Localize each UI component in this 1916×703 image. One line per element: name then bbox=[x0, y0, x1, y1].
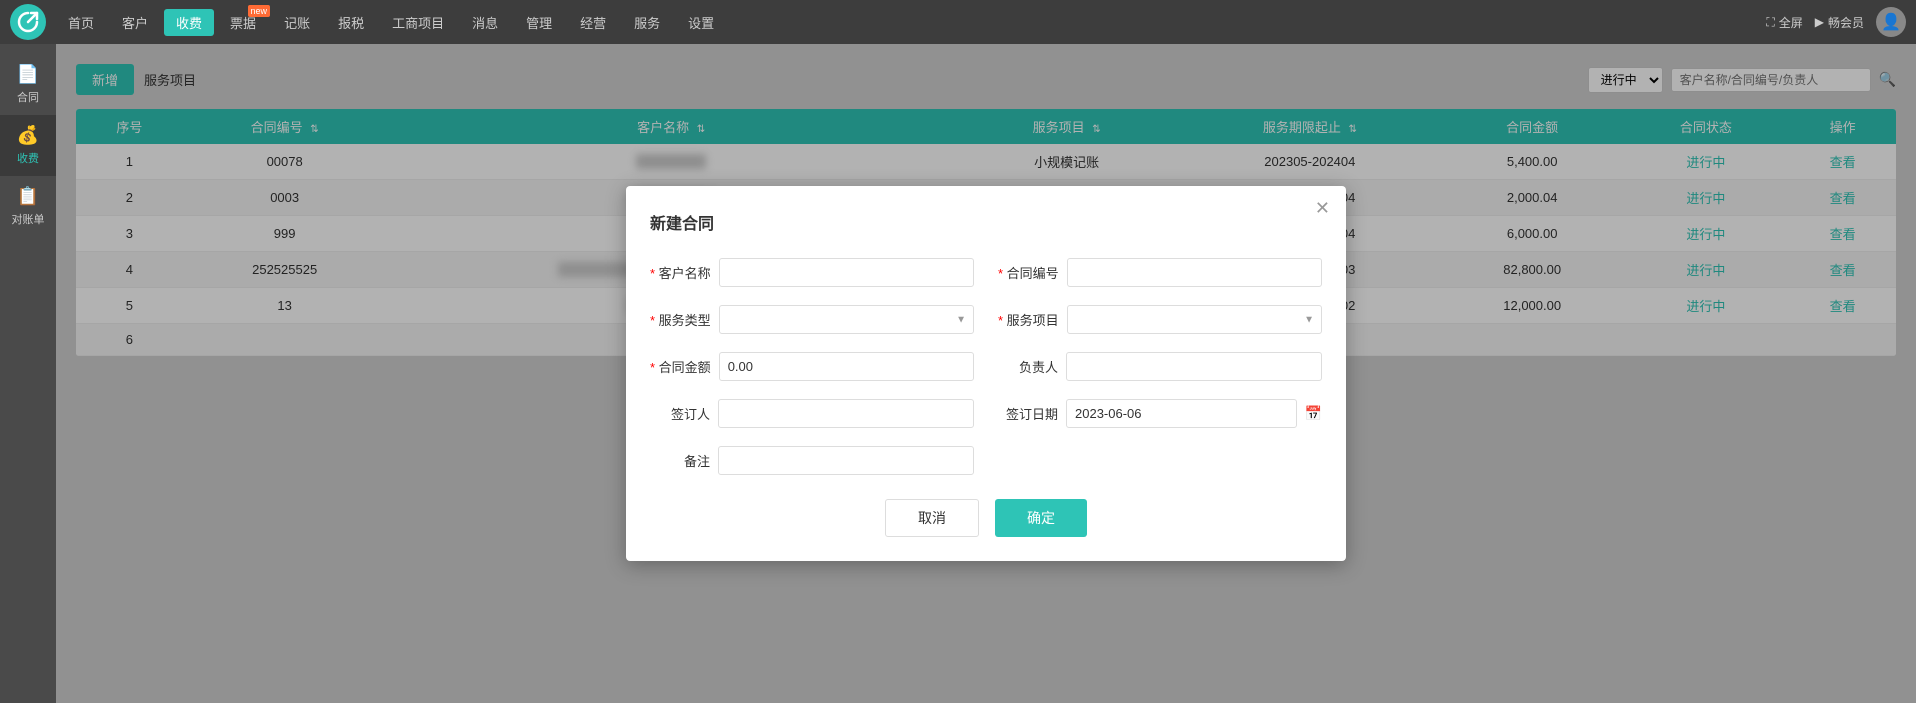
nav-item-home[interactable]: 首页 bbox=[56, 9, 106, 36]
responsible-label: 负责人 bbox=[998, 357, 1058, 376]
form-group-service-type: 服务类型 bbox=[650, 305, 974, 334]
member-button[interactable]: ▶ 畅会员 bbox=[1815, 14, 1864, 31]
fee-icon: 💰 bbox=[17, 125, 39, 146]
contract-no-input[interactable] bbox=[1067, 258, 1322, 287]
service-type-label: 服务类型 bbox=[650, 310, 711, 329]
nav-item-invoice[interactable]: 票据 new bbox=[218, 9, 268, 36]
signatory-input[interactable] bbox=[718, 399, 974, 428]
customer-name-label: 客户名称 bbox=[650, 263, 711, 282]
calendar-icon[interactable]: 📅 bbox=[1305, 405, 1322, 422]
avatar[interactable]: 👤 bbox=[1876, 7, 1906, 37]
nav-item-manage[interactable]: 管理 bbox=[514, 9, 564, 36]
new-contract-modal: ✕ 新建合同 客户名称 合同编号 服务类型 bbox=[626, 186, 1346, 561]
main-layout: 📄 合同 💰 收费 📋 对账单 新增 服务项目 进行中 已完成 已终止 bbox=[0, 44, 1916, 703]
nav-item-settings[interactable]: 设置 bbox=[676, 9, 726, 36]
fullscreen-button[interactable]: ⛶ 全屏 bbox=[1766, 14, 1802, 31]
notes-input[interactable] bbox=[718, 446, 974, 475]
nav-right: ⛶ 全屏 ▶ 畅会员 👤 bbox=[1766, 7, 1906, 37]
contract-no-label: 合同编号 bbox=[998, 263, 1059, 282]
nav-item-service[interactable]: 服务 bbox=[622, 9, 672, 36]
nav-item-tax[interactable]: 报税 bbox=[326, 9, 376, 36]
form-row-3: 合同金额 负责人 bbox=[650, 352, 1322, 381]
reconciliation-icon: 📋 bbox=[17, 186, 39, 207]
nav-item-bookkeeping[interactable]: 记账 bbox=[272, 9, 322, 36]
amount-input[interactable] bbox=[719, 352, 974, 381]
service-type-select-wrapper bbox=[719, 305, 974, 334]
service-item-select[interactable] bbox=[1067, 305, 1322, 334]
nav-item-client[interactable]: 客户 bbox=[110, 9, 160, 36]
content-area: 新增 服务项目 进行中 已完成 已终止 🔍 序号 合同编号 bbox=[56, 44, 1916, 703]
notes-label: 备注 bbox=[650, 451, 710, 470]
form-group-service-item: 服务项目 bbox=[998, 305, 1322, 334]
new-badge: new bbox=[248, 5, 271, 17]
form-group-amount: 合同金额 bbox=[650, 352, 974, 381]
service-item-label: 服务项目 bbox=[998, 310, 1059, 329]
sign-date-input[interactable] bbox=[1066, 399, 1297, 428]
form-group-contract-no: 合同编号 bbox=[998, 258, 1322, 287]
nav-item-business[interactable]: 工商项目 bbox=[380, 9, 456, 36]
fullscreen-icon: ⛶ bbox=[1766, 15, 1774, 30]
top-nav: 首页 客户 收费 票据 new 记账 报税 工商项目 消息 管理 经营 服务 设… bbox=[0, 0, 1916, 44]
form-group-signatory: 签订人 bbox=[650, 399, 974, 428]
sidebar-item-contract[interactable]: 📄 合同 bbox=[0, 54, 56, 115]
form-row-1: 客户名称 合同编号 bbox=[650, 258, 1322, 287]
sidebar: 📄 合同 💰 收费 📋 对账单 bbox=[0, 44, 56, 703]
sidebar-item-reconciliation-label: 对账单 bbox=[12, 211, 45, 227]
modal-title: 新建合同 bbox=[650, 210, 1322, 234]
sign-date-label: 签订日期 bbox=[998, 404, 1058, 423]
modal-overlay: ✕ 新建合同 客户名称 合同编号 服务类型 bbox=[56, 44, 1916, 703]
play-icon: ▶ bbox=[1815, 15, 1824, 29]
form-row-5: 备注 bbox=[650, 446, 1322, 475]
amount-label: 合同金额 bbox=[650, 357, 711, 376]
modal-close-button[interactable]: ✕ bbox=[1315, 198, 1330, 219]
form-group-customer: 客户名称 bbox=[650, 258, 974, 287]
modal-footer: 取消 确定 bbox=[650, 499, 1322, 537]
form-row-2: 服务类型 服务项目 bbox=[650, 305, 1322, 334]
contract-icon: 📄 bbox=[17, 64, 39, 85]
app-logo bbox=[10, 4, 46, 40]
sidebar-item-fee[interactable]: 💰 收费 bbox=[0, 115, 56, 176]
nav-item-fee[interactable]: 收费 bbox=[164, 9, 214, 36]
form-group-responsible: 负责人 bbox=[998, 352, 1322, 381]
service-item-select-wrapper bbox=[1067, 305, 1322, 334]
sidebar-item-reconciliation[interactable]: 📋 对账单 bbox=[0, 176, 56, 237]
confirm-button[interactable]: 确定 bbox=[995, 499, 1087, 537]
customer-name-input[interactable] bbox=[719, 258, 974, 287]
responsible-input[interactable] bbox=[1066, 352, 1322, 381]
user-icon: 👤 bbox=[1881, 12, 1901, 32]
sidebar-item-fee-label: 收费 bbox=[17, 150, 39, 166]
nav-items: 首页 客户 收费 票据 new 记账 报税 工商项目 消息 管理 经营 服务 设… bbox=[56, 9, 1766, 36]
sidebar-item-contract-label: 合同 bbox=[17, 89, 39, 105]
cancel-button[interactable]: 取消 bbox=[885, 499, 979, 537]
nav-item-message[interactable]: 消息 bbox=[460, 9, 510, 36]
form-group-notes: 备注 bbox=[650, 446, 974, 475]
signatory-label: 签订人 bbox=[650, 404, 710, 423]
form-row-4: 签订人 签订日期 📅 bbox=[650, 399, 1322, 428]
form-group-sign-date: 签订日期 📅 bbox=[998, 399, 1322, 428]
nav-item-operation[interactable]: 经营 bbox=[568, 9, 618, 36]
service-type-select[interactable] bbox=[719, 305, 974, 334]
